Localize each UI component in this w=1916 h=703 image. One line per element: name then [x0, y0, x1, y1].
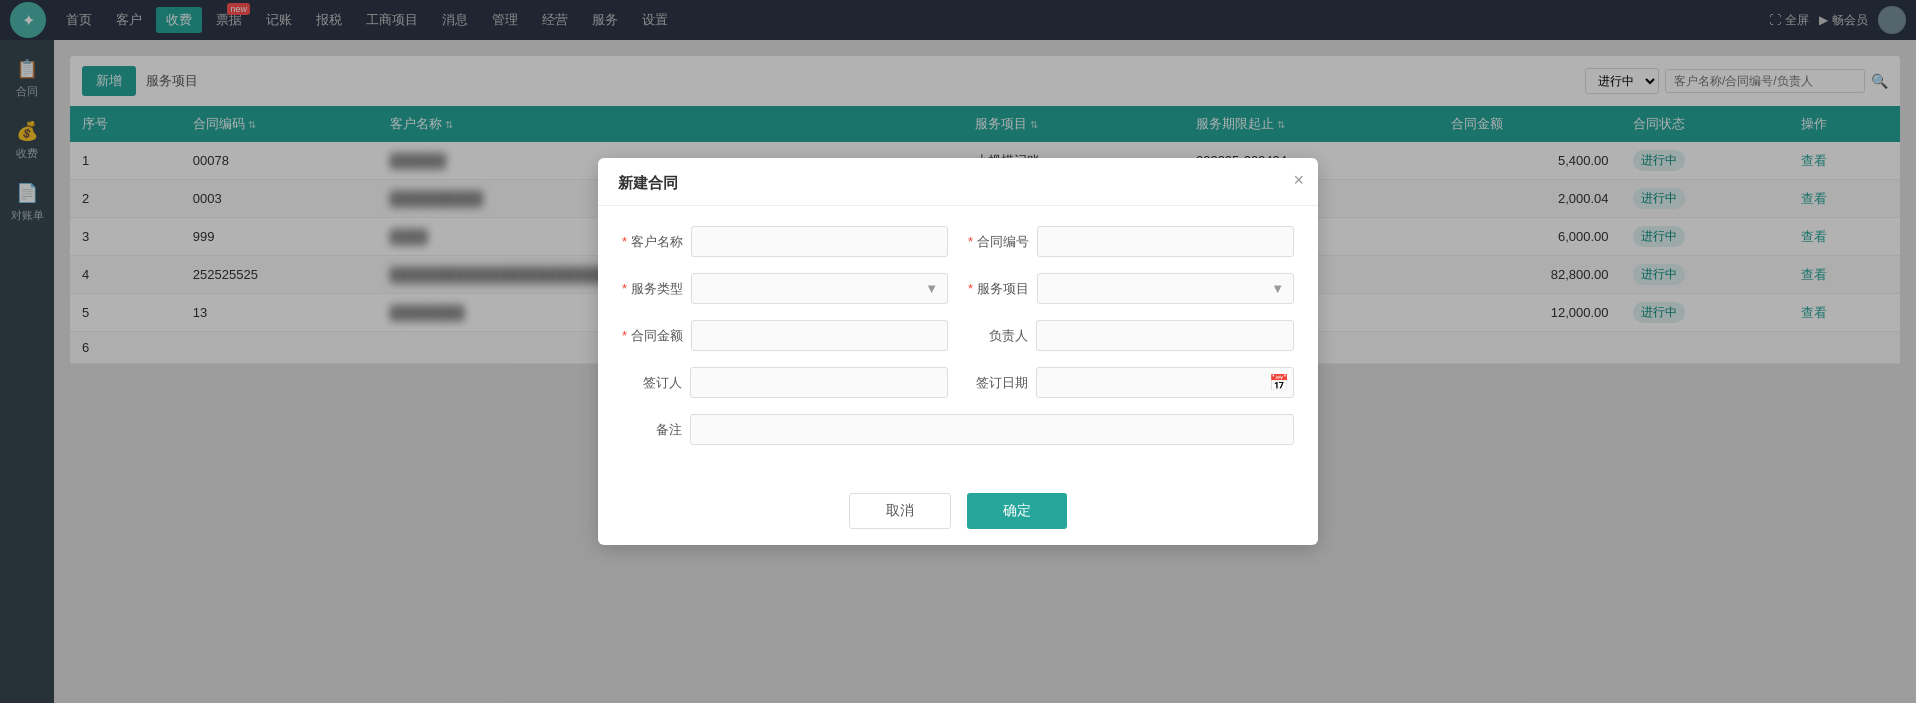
input-customer-name[interactable]: [691, 226, 948, 257]
form-group-sign-date: 签订日期 2023-06-06 📅: [968, 367, 1294, 398]
form-row-2: 服务类型 ▼ 服务项目: [622, 273, 1294, 304]
form-group-service-type: 服务类型 ▼: [622, 273, 948, 304]
form-row-4: 签订人 签订日期 2023-06-06 📅: [622, 367, 1294, 398]
label-amount: 合同金额: [622, 327, 683, 345]
label-contract-no: 合同编号: [968, 233, 1029, 251]
content-area: 新增 服务项目 进行中 已完成 已终止 🔍 序号 合同编: [54, 40, 1916, 703]
modal-title: 新建合同: [618, 174, 678, 191]
input-signer[interactable]: [690, 367, 948, 398]
form-group-responsible: 负责人: [968, 320, 1294, 351]
label-remark: 备注: [622, 421, 682, 439]
form-row-1: 客户名称 合同编号: [622, 226, 1294, 257]
label-customer: 客户名称: [622, 233, 683, 251]
form-group-contract-no: 合同编号: [968, 226, 1294, 257]
main-layout: 📋 合同 💰 收费 📄 对账单 新增 服务项目 进行中 已完成 已终止: [0, 40, 1916, 703]
label-sign-date: 签订日期: [968, 374, 1028, 392]
service-item-select-wrap: ▼: [1037, 273, 1294, 304]
form-row-3: 合同金额 0.00 负责人: [622, 320, 1294, 351]
form-group-remark: 备注: [622, 414, 1294, 445]
label-responsible: 负责人: [968, 327, 1028, 345]
form-group-signer: 签订人: [622, 367, 948, 398]
label-signer: 签订人: [622, 374, 682, 392]
input-sign-date[interactable]: 2023-06-06: [1047, 368, 1263, 397]
input-contract-no[interactable]: [1037, 226, 1294, 257]
label-service-type: 服务类型: [622, 280, 683, 298]
label-service-item: 服务项目: [968, 280, 1029, 298]
modal-close-button[interactable]: ×: [1293, 170, 1304, 191]
select-service-type[interactable]: [691, 273, 948, 304]
confirm-button[interactable]: 确定: [967, 493, 1067, 529]
cancel-button[interactable]: 取消: [849, 493, 951, 529]
input-responsible[interactable]: [1036, 320, 1294, 351]
modal-body: 客户名称 合同编号 服务类型: [598, 206, 1318, 481]
service-type-select-wrap: ▼: [691, 273, 948, 304]
input-amount[interactable]: 0.00: [691, 320, 948, 351]
select-service-item[interactable]: [1037, 273, 1294, 304]
form-row-5: 备注: [622, 414, 1294, 445]
calendar-icon[interactable]: 📅: [1269, 373, 1289, 392]
form-group-customer: 客户名称: [622, 226, 948, 257]
input-remark[interactable]: [690, 414, 1294, 445]
new-contract-modal: 新建合同 × 客户名称 合同编号: [598, 158, 1318, 545]
modal-footer: 取消 确定: [598, 481, 1318, 545]
form-group-amount: 合同金额 0.00: [622, 320, 948, 351]
modal-overlay: 新建合同 × 客户名称 合同编号: [54, 40, 1916, 703]
modal-header: 新建合同 ×: [598, 158, 1318, 206]
date-input-wrap: 2023-06-06 📅: [1036, 367, 1294, 398]
form-group-service-item: 服务项目 ▼: [968, 273, 1294, 304]
